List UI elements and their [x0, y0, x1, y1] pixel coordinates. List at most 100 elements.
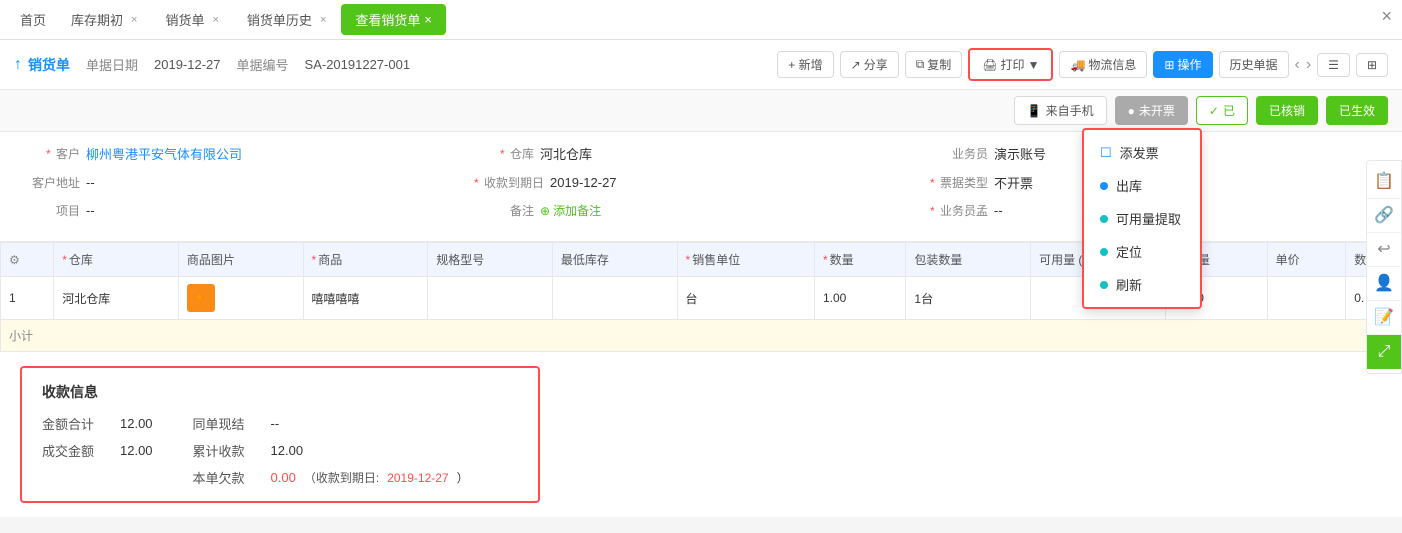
col-img: 商品图片: [178, 243, 303, 277]
operation-button[interactable]: ⊞ 操作: [1153, 51, 1212, 78]
col-price: 单价: [1267, 243, 1346, 277]
available-dot-icon: [1100, 215, 1108, 223]
dropdown-item-invoice[interactable]: ☐ 添发票: [1084, 136, 1200, 169]
note-field: 备注 ⊕ 添加备注: [474, 202, 928, 219]
dropdown-item-refresh[interactable]: 刷新: [1084, 268, 1200, 301]
address-value: --: [86, 175, 95, 190]
subtotal-label: 小计: [1, 320, 1402, 352]
add-button[interactable]: + 新增: [777, 51, 833, 78]
project-field: 项目 --: [20, 202, 474, 219]
project-label: 项目: [20, 202, 80, 219]
payment-deal-row: 成交金额 12.00: [42, 441, 153, 460]
close-tab-inventory[interactable]: ×: [131, 14, 137, 26]
action-bar: 📱 来自手机 ● 未开票 ✓ 已 已核销 已生效 ☐ 添发票 出库 可用量提取: [0, 90, 1402, 132]
cell-qty: 1.00: [814, 277, 905, 320]
doc-title: ↑ 销货单: [14, 55, 70, 75]
grid-view-btn[interactable]: ⊞: [1356, 53, 1388, 77]
nav-next[interactable]: ›: [1306, 56, 1311, 74]
customer-field: * 客户 柳州粤港平安气体有限公司: [20, 144, 474, 163]
share-button[interactable]: ↗ 分享: [840, 51, 899, 78]
note-label: 备注: [474, 202, 534, 219]
cell-img: 🔸: [178, 277, 303, 320]
bottom-section: 收款信息 金额合计 12.00 成交金额 12.00 同单现结 --: [0, 352, 1402, 517]
due-date-field: * 收款到期日 2019-12-27: [474, 174, 928, 191]
due-date-label: * 收款到期日: [474, 174, 544, 191]
sidebar-icon-user[interactable]: 👤: [1367, 267, 1401, 301]
sidebar-icon-clipboard[interactable]: 📋: [1367, 165, 1401, 199]
payment-title: 收款信息: [42, 382, 518, 402]
owed-value: 0.00: [271, 470, 296, 485]
close-tab-view-sales[interactable]: ×: [424, 12, 432, 27]
address-label: 客户地址: [20, 174, 80, 191]
col-warehouse: *仓库: [54, 243, 179, 277]
sidebar-icon-undo[interactable]: ↩: [1367, 233, 1401, 267]
tab-sales[interactable]: 销货单 ×: [152, 2, 231, 38]
warehouse-field: * 仓库 河北仓库: [474, 144, 928, 163]
ticket-label: * 票据类型: [928, 174, 988, 191]
payment-same-order-row: 同单现结 --: [193, 414, 469, 433]
col-qty: *数量: [814, 243, 905, 277]
col-pkg-qty: 包装数量: [906, 243, 1031, 277]
sidebar-icon-expand[interactable]: ⤢: [1367, 335, 1401, 369]
print-button[interactable]: 🖨 打印 ▼: [972, 52, 1049, 77]
copy-icon: ⧉: [916, 57, 925, 72]
add-note-button[interactable]: ⊕ 添加备注: [540, 202, 601, 219]
doc-icon: ↑: [14, 56, 22, 74]
tab-sales-history[interactable]: 销货单历史 ×: [234, 2, 339, 38]
payment-box: 收款信息 金额合计 12.00 成交金额 12.00 同单现结 --: [20, 366, 540, 503]
not-open-btn[interactable]: ● 未开票: [1115, 96, 1188, 125]
date-label: 单据日期: [86, 55, 138, 74]
tab-view-sales[interactable]: 查看销货单 ×: [341, 4, 446, 35]
print-icon: 🖨: [982, 58, 997, 72]
from-phone-btn[interactable]: 📱 来自手机: [1014, 96, 1107, 125]
doc-title-text: 销货单: [28, 55, 70, 75]
dropdown-item-available[interactable]: 可用量提取: [1084, 202, 1200, 235]
position-dot-icon: [1100, 248, 1108, 256]
history-button[interactable]: 历史单据: [1219, 51, 1289, 78]
payment-cumulative-row: 累计收款 12.00: [193, 441, 469, 460]
staff-value: 演示账号: [994, 144, 1046, 163]
operation-dropdown: ☐ 添发票 出库 可用量提取 定位 刷新: [1082, 128, 1202, 309]
same-order-label: 同单现结: [193, 414, 263, 433]
cell-price: [1267, 277, 1346, 320]
total-value: 12.00: [120, 416, 153, 431]
nav-prev[interactable]: ‹: [1295, 56, 1300, 74]
payment-total-row: 金额合计 12.00: [42, 414, 153, 433]
phone-icon: 📱: [1027, 104, 1042, 118]
shengxiao-btn[interactable]: 已生效: [1326, 96, 1388, 125]
dropdown-item-outbound[interactable]: 出库: [1084, 169, 1200, 202]
outbound-dot-icon: [1100, 182, 1108, 190]
dropdown-item-position[interactable]: 定位: [1084, 235, 1200, 268]
gear-icon[interactable]: ⚙: [9, 253, 20, 267]
right-sidebar: 📋 🔗 ↩ 👤 📝 ⤢: [1366, 160, 1402, 374]
logistics-button[interactable]: 🚚 物流信息: [1059, 51, 1147, 78]
owed-suffix: （收款到期日:: [304, 469, 379, 486]
customer-value[interactable]: 柳州粤港平安气体有限公司: [86, 144, 242, 163]
salesman-label: * 业务员孟: [928, 202, 988, 219]
list-view-btn[interactable]: ☰: [1317, 53, 1350, 77]
tab-inventory[interactable]: 库存期初 ×: [58, 2, 150, 38]
print-highlight: 🖨 打印 ▼: [968, 48, 1053, 81]
close-tab-sales-history[interactable]: ×: [320, 14, 326, 26]
no-label: 单据编号: [237, 55, 289, 74]
logistics-icon: 🚚: [1070, 58, 1085, 72]
close-tab-sales[interactable]: ×: [212, 14, 218, 26]
refresh-dot-icon: [1100, 281, 1108, 289]
sidebar-icon-note[interactable]: 📝: [1367, 301, 1401, 335]
invoice-box-icon: ☐: [1100, 145, 1112, 161]
deal-value: 12.00: [120, 443, 153, 458]
close-button[interactable]: ×: [1381, 6, 1392, 27]
payment-col-left: 金额合计 12.00 成交金额 12.00: [42, 414, 153, 487]
nukiao-btn[interactable]: 已核销: [1256, 96, 1318, 125]
owed-label: 本单欠款: [193, 468, 263, 487]
tab-home[interactable]: 首页: [10, 10, 56, 29]
address-field: 客户地址 --: [20, 174, 474, 191]
ticket-value: 不开票: [994, 173, 1033, 192]
subtotal-row: 小计: [1, 320, 1402, 352]
copy-button[interactable]: ⧉ 复制: [905, 51, 963, 78]
done-btn[interactable]: ✓ 已: [1196, 96, 1248, 125]
owed-date: 2019-12-27: [387, 471, 448, 485]
payment-rows: 金额合计 12.00 成交金额 12.00 同单现结 -- 累计收款: [42, 414, 518, 487]
sidebar-icon-link[interactable]: 🔗: [1367, 199, 1401, 233]
col-gear: ⚙: [1, 243, 54, 277]
